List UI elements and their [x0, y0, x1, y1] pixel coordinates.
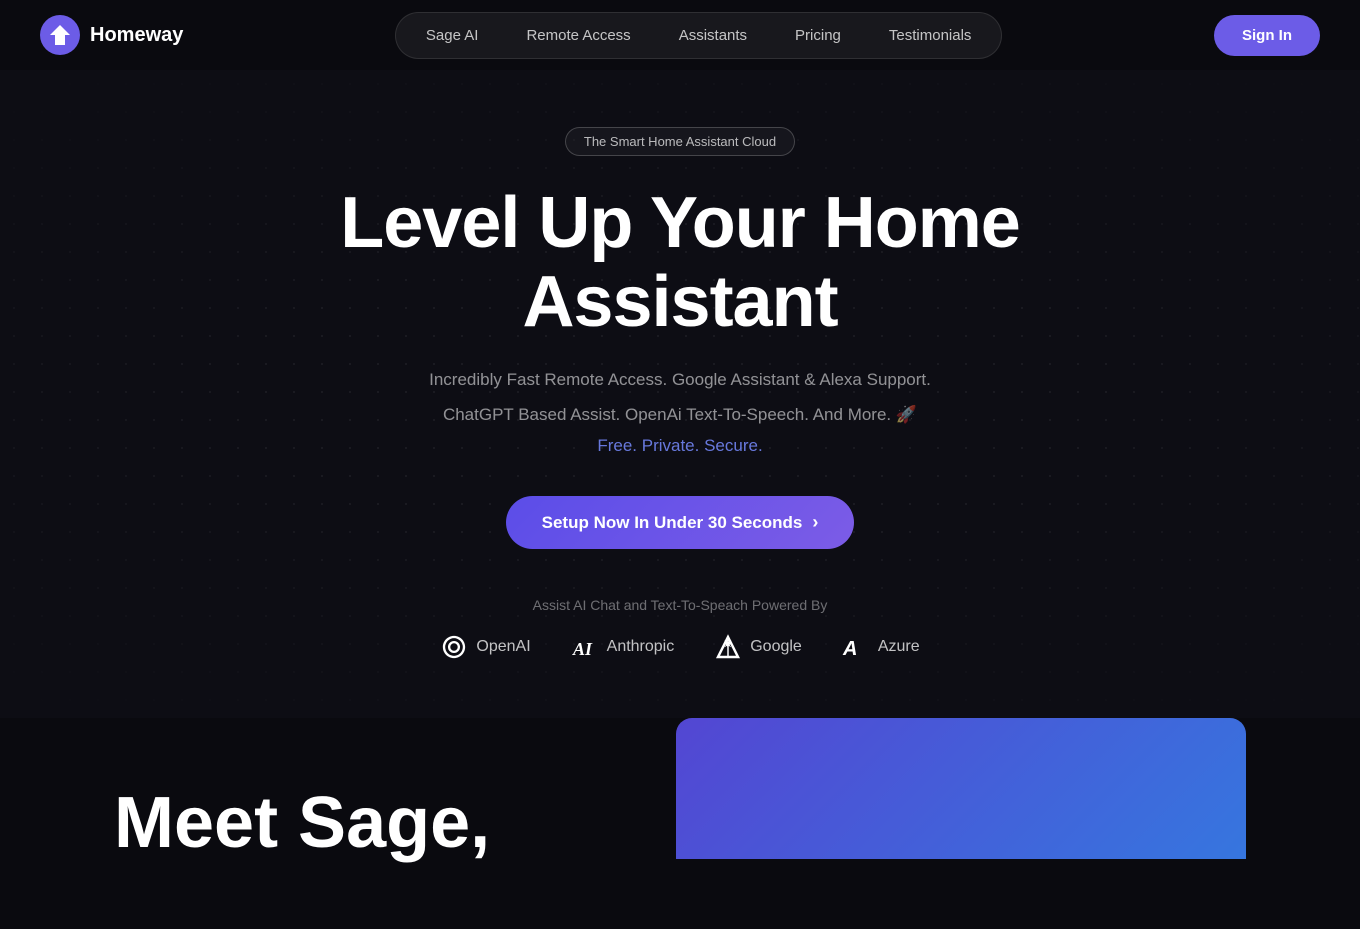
logo-icon	[40, 15, 80, 55]
partner-azure: A Azure	[842, 633, 920, 661]
azure-label: Azure	[878, 638, 920, 656]
partner-google: Google	[714, 633, 802, 661]
nav-assistants[interactable]: Assistants	[657, 19, 769, 52]
nav-pricing[interactable]: Pricing	[773, 19, 863, 52]
google-label: Google	[750, 638, 802, 656]
svg-text:A: A	[842, 638, 857, 660]
arrow-icon: ›	[812, 512, 818, 533]
azure-icon: A	[842, 633, 870, 661]
hero-title: Level Up Your Home Assistant	[250, 184, 1110, 342]
hero-section: The Smart Home Assistant Cloud Level Up …	[0, 70, 1360, 718]
hero-tagline: Free. Private. Secure.	[250, 436, 1110, 456]
sage-card	[676, 718, 1246, 859]
signin-button[interactable]: Sign In	[1214, 15, 1320, 56]
meet-sage-title: Meet Sage,	[0, 787, 490, 859]
ai-partners: OpenAI AI Anthropic	[250, 633, 1110, 661]
nav-testimonials[interactable]: Testimonials	[867, 19, 994, 52]
logo[interactable]: Homeway	[40, 15, 183, 55]
anthropic-icon: AI	[571, 633, 599, 661]
partner-anthropic: AI Anthropic	[571, 633, 675, 661]
navbar: Homeway Sage AI Remote Access Assistants…	[0, 0, 1360, 70]
google-icon	[714, 633, 742, 661]
anthropic-label: Anthropic	[607, 638, 675, 656]
openai-icon	[440, 633, 468, 661]
openai-label: OpenAI	[476, 638, 530, 656]
hero-subtitle-2: ChatGPT Based Assist. OpenAi Text-To-Spe…	[250, 401, 1110, 428]
powered-by-text: Assist AI Chat and Text-To-Speach Powere…	[250, 597, 1110, 613]
nav-remote-access[interactable]: Remote Access	[504, 19, 652, 52]
logo-text: Homeway	[90, 24, 183, 47]
cta-button[interactable]: Setup Now In Under 30 Seconds ›	[506, 496, 855, 549]
hero-content: The Smart Home Assistant Cloud Level Up …	[230, 127, 1130, 662]
svg-text:AI: AI	[572, 639, 593, 659]
nav-links: Sage AI Remote Access Assistants Pricing…	[395, 12, 1003, 59]
hero-subtitle-1: Incredibly Fast Remote Access. Google As…	[250, 366, 1110, 393]
hero-badge: The Smart Home Assistant Cloud	[565, 127, 795, 156]
nav-sage-ai[interactable]: Sage AI	[404, 19, 501, 52]
partner-openai: OpenAI	[440, 633, 530, 661]
bottom-section: Meet Sage,	[0, 718, 1360, 859]
cta-label: Setup Now In Under 30 Seconds	[542, 513, 803, 533]
